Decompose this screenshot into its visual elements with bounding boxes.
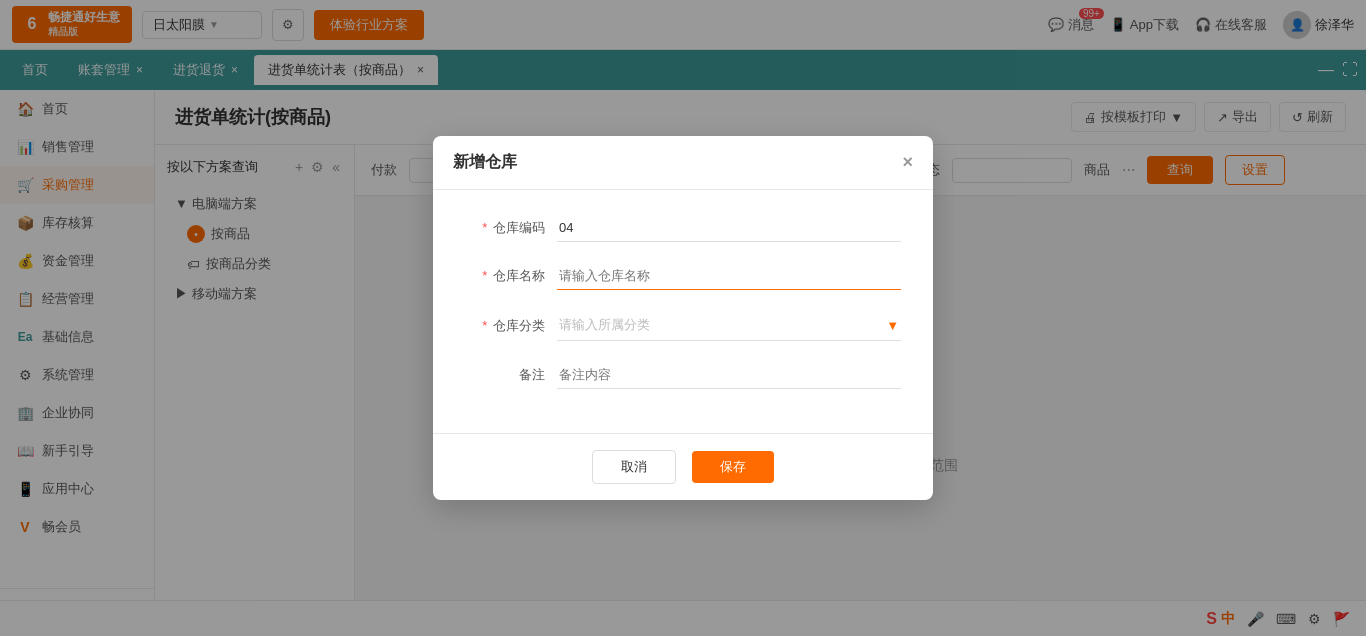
warehouse-code-row: * 仓库编码: [465, 214, 901, 242]
category-chevron-icon: ▼: [886, 318, 899, 333]
modal-overlay[interactable]: 新增仓库 × * 仓库编码 * 仓库名称: [0, 0, 1366, 636]
warehouse-category-row: * 仓库分类 请输入所属分类 ▼: [465, 310, 901, 341]
modal-header: 新增仓库 ×: [433, 136, 933, 190]
warehouse-category-label: * 仓库分类: [465, 317, 545, 335]
add-warehouse-modal: 新增仓库 × * 仓库编码 * 仓库名称: [433, 136, 933, 500]
warehouse-code-input[interactable]: [557, 214, 901, 242]
warehouse-note-input[interactable]: [557, 361, 901, 389]
category-placeholder: 请输入所属分类: [559, 316, 650, 334]
modal-footer: 取消 保存: [433, 433, 933, 500]
name-required-mark: *: [482, 268, 487, 283]
category-required-mark: *: [482, 318, 487, 333]
warehouse-code-label: * 仓库编码: [465, 219, 545, 237]
modal-body: * 仓库编码 * 仓库名称 * 仓库分类 请输入所属: [433, 190, 933, 433]
modal-title: 新增仓库: [453, 152, 517, 173]
warehouse-name-input[interactable]: [557, 262, 901, 290]
warehouse-name-label: * 仓库名称: [465, 267, 545, 285]
warehouse-note-label: 备注: [465, 366, 545, 384]
cancel-button[interactable]: 取消: [592, 450, 676, 484]
code-required-mark: *: [482, 220, 487, 235]
warehouse-note-row: 备注: [465, 361, 901, 389]
modal-close-button[interactable]: ×: [902, 152, 913, 173]
warehouse-name-row: * 仓库名称: [465, 262, 901, 290]
save-button[interactable]: 保存: [692, 451, 774, 483]
warehouse-category-select[interactable]: 请输入所属分类 ▼: [557, 310, 901, 341]
